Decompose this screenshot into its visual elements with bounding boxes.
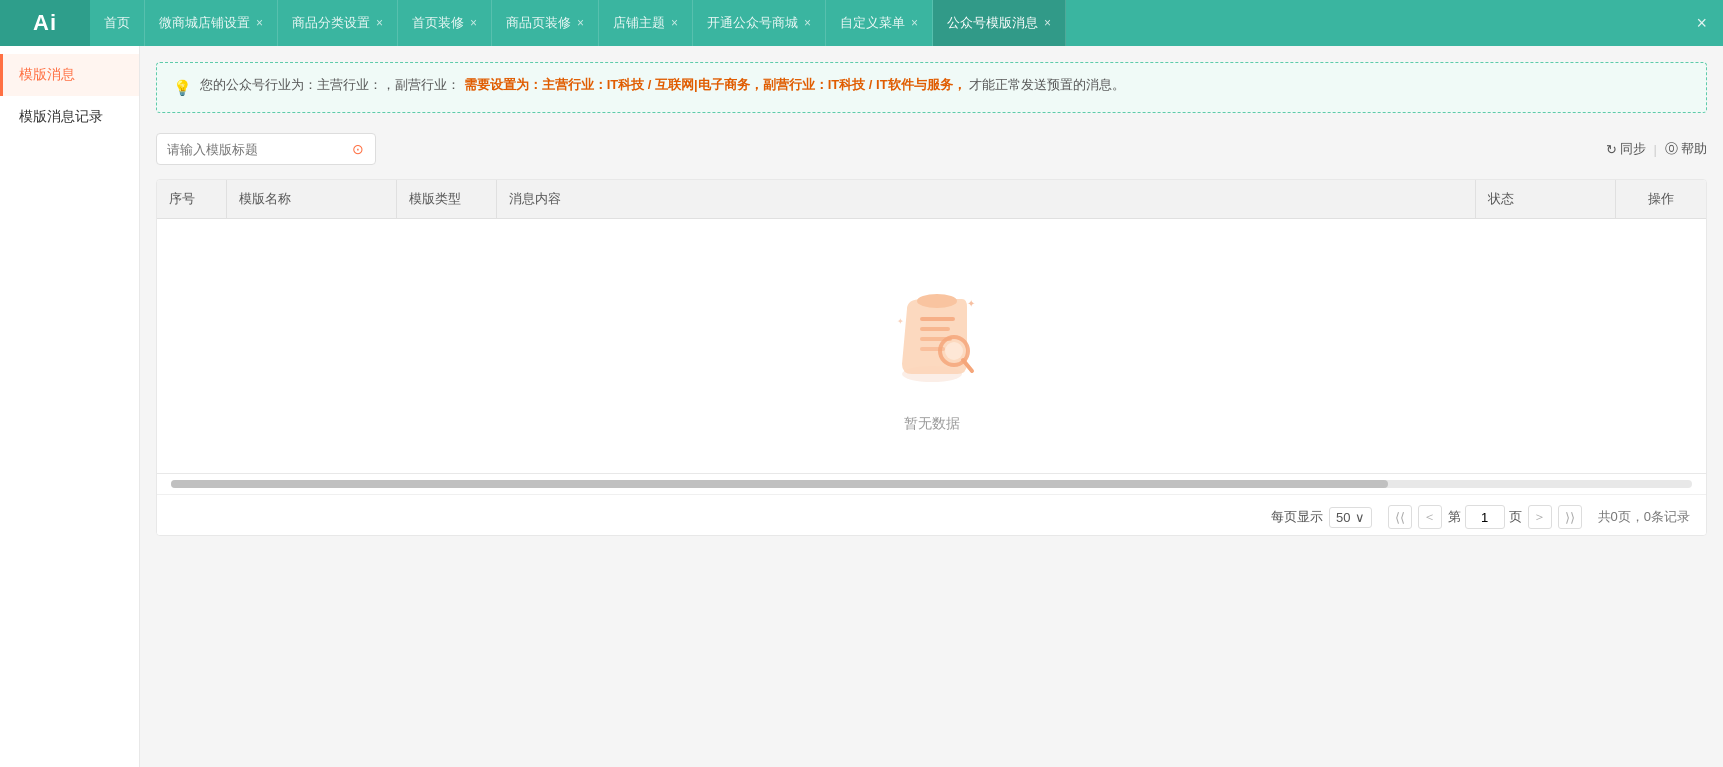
main-layout: 模版消息 模版消息记录 💡 您的公众号行业为：主营行业：，副营行业： 需要设置为… <box>0 46 1723 767</box>
search-bar: ⊙ ↻ 同步 | ⓪ 帮助 <box>156 133 1707 165</box>
svg-point-7 <box>945 342 963 360</box>
page-number-input[interactable] <box>1465 505 1505 529</box>
th-status: 状态 <box>1476 180 1616 218</box>
tab-category-close[interactable]: × <box>376 16 383 30</box>
sidebar-item-template-msg[interactable]: 模版消息 <box>0 54 139 96</box>
next-page-button[interactable]: ＞ <box>1528 505 1552 529</box>
tab-public-mall-close[interactable]: × <box>804 16 811 30</box>
tab-theme[interactable]: 店铺主题 × <box>599 0 693 46</box>
tab-bar: 首页 微商城店铺设置 × 商品分类设置 × 首页装修 × 商品页装修 × 店铺主… <box>90 0 1680 46</box>
prev-page-button[interactable]: ＜ <box>1418 505 1442 529</box>
notice-icon: 💡 <box>173 76 192 100</box>
th-content: 消息内容 <box>497 180 1476 218</box>
tab-home-label: 首页 <box>104 14 130 32</box>
notice-text-before: 您的公众号行业为：主营行业：，副营行业： <box>200 77 460 92</box>
svg-text:✦: ✦ <box>967 298 975 309</box>
empty-state: ✦ ✦ 暂无数据 <box>157 219 1706 473</box>
content-area: 💡 您的公众号行业为：主营行业：，副营行业： 需要设置为：主营行业：IT科技 /… <box>140 46 1723 767</box>
tab-template-msg[interactable]: 公众号模版消息 × <box>933 0 1066 46</box>
th-index: 序号 <box>157 180 227 218</box>
tab-product-close[interactable]: × <box>577 16 584 30</box>
tab-weshop-label: 微商城店铺设置 <box>159 14 250 32</box>
global-close-button[interactable]: × <box>1680 13 1723 34</box>
tab-homepage-label: 首页装修 <box>412 14 464 32</box>
notice-text: 您的公众号行业为：主营行业：，副营行业： 需要设置为：主营行业：IT科技 / 互… <box>200 75 1125 96</box>
last-page-button[interactable]: ⟩⟩ <box>1558 505 1582 529</box>
per-page-dropdown-icon: ∨ <box>1355 510 1365 525</box>
notice-text-after: 才能正常发送预置的消息。 <box>969 77 1125 92</box>
empty-text: 暂无数据 <box>904 415 960 433</box>
per-page-value: 50 <box>1336 510 1350 525</box>
tab-product[interactable]: 商品页装修 × <box>492 0 599 46</box>
search-input[interactable] <box>167 142 352 157</box>
tab-home[interactable]: 首页 <box>90 0 145 46</box>
sync-icon: ↻ <box>1606 142 1617 157</box>
sidebar: 模版消息 模版消息记录 <box>0 46 140 767</box>
tab-custom-menu-close[interactable]: × <box>911 16 918 30</box>
help-icon: ⓪ <box>1665 140 1678 158</box>
sync-button[interactable]: ↻ 同步 <box>1606 140 1646 158</box>
tab-public-mall[interactable]: 开通公众号商城 × <box>693 0 826 46</box>
table-header: 序号 模版名称 模版类型 消息内容 状态 操作 <box>157 180 1706 219</box>
sync-label: 同步 <box>1620 140 1646 158</box>
search-bar-right: ↻ 同步 | ⓪ 帮助 <box>1606 140 1707 158</box>
h-scrollbar-wrap <box>157 473 1706 494</box>
page-size-select: 每页显示 50 ∨ <box>1271 507 1371 528</box>
per-page-select[interactable]: 50 ∨ <box>1329 507 1371 528</box>
sidebar-item-template-msg-record[interactable]: 模版消息记录 <box>0 96 139 138</box>
svg-rect-3 <box>920 327 950 331</box>
tab-template-msg-close[interactable]: × <box>1044 16 1051 30</box>
h-scrollbar[interactable] <box>171 480 1692 488</box>
help-label: 帮助 <box>1681 140 1707 158</box>
tab-public-mall-label: 开通公众号商城 <box>707 14 798 32</box>
sidebar-item-template-msg-label: 模版消息 <box>19 66 75 82</box>
empty-state-icon: ✦ ✦ <box>872 279 992 399</box>
page-label-before: 第 <box>1448 508 1461 526</box>
toolbar-divider: | <box>1654 142 1657 157</box>
tab-homepage-close[interactable]: × <box>470 16 477 30</box>
table-wrapper: 序号 模版名称 模版类型 消息内容 状态 操作 <box>156 179 1707 536</box>
notice-box: 💡 您的公众号行业为：主营行业：，副营行业： 需要设置为：主营行业：IT科技 /… <box>156 62 1707 113</box>
search-bar-left: ⊙ <box>156 133 376 165</box>
tab-category-label: 商品分类设置 <box>292 14 370 32</box>
page-label-after: 页 <box>1509 508 1522 526</box>
notice-highlight: 需要设置为：主营行业：IT科技 / 互联网|电子商务，副营行业：IT科技 / I… <box>464 77 966 92</box>
th-action: 操作 <box>1616 180 1706 218</box>
total-info: 共0页，0条记录 <box>1598 508 1690 526</box>
tab-product-label: 商品页装修 <box>506 14 571 32</box>
page-input-wrap: 第 页 <box>1448 505 1522 529</box>
search-icon[interactable]: ⊙ <box>352 141 364 157</box>
per-page-label: 每页显示 <box>1271 508 1323 526</box>
tab-category[interactable]: 商品分类设置 × <box>278 0 398 46</box>
tab-custom-menu-label: 自定义菜单 <box>840 14 905 32</box>
app-logo: Ai <box>0 0 90 46</box>
top-nav: Ai 首页 微商城店铺设置 × 商品分类设置 × 首页装修 × 商品页装修 × … <box>0 0 1723 46</box>
search-input-wrap[interactable]: ⊙ <box>156 133 376 165</box>
tab-theme-close[interactable]: × <box>671 16 678 30</box>
sidebar-item-template-msg-record-label: 模版消息记录 <box>19 108 103 124</box>
page-nav: ⟨⟨ ＜ 第 页 ＞ ⟩⟩ <box>1388 505 1582 529</box>
tab-homepage[interactable]: 首页装修 × <box>398 0 492 46</box>
tab-theme-label: 店铺主题 <box>613 14 665 32</box>
pagination: 每页显示 50 ∨ ⟨⟨ ＜ 第 页 ＞ ⟩⟩ <box>157 494 1706 535</box>
first-page-button[interactable]: ⟨⟨ <box>1388 505 1412 529</box>
tab-custom-menu[interactable]: 自定义菜单 × <box>826 0 933 46</box>
svg-text:✦: ✦ <box>897 317 904 326</box>
svg-point-1 <box>917 294 957 308</box>
th-name: 模版名称 <box>227 180 397 218</box>
h-scrollbar-thumb <box>171 480 1388 488</box>
svg-rect-2 <box>920 317 955 321</box>
tab-template-msg-label: 公众号模版消息 <box>947 14 1038 32</box>
tab-weshop-close[interactable]: × <box>256 16 263 30</box>
tab-weshop[interactable]: 微商城店铺设置 × <box>145 0 278 46</box>
help-button[interactable]: ⓪ 帮助 <box>1665 140 1707 158</box>
th-type: 模版类型 <box>397 180 497 218</box>
